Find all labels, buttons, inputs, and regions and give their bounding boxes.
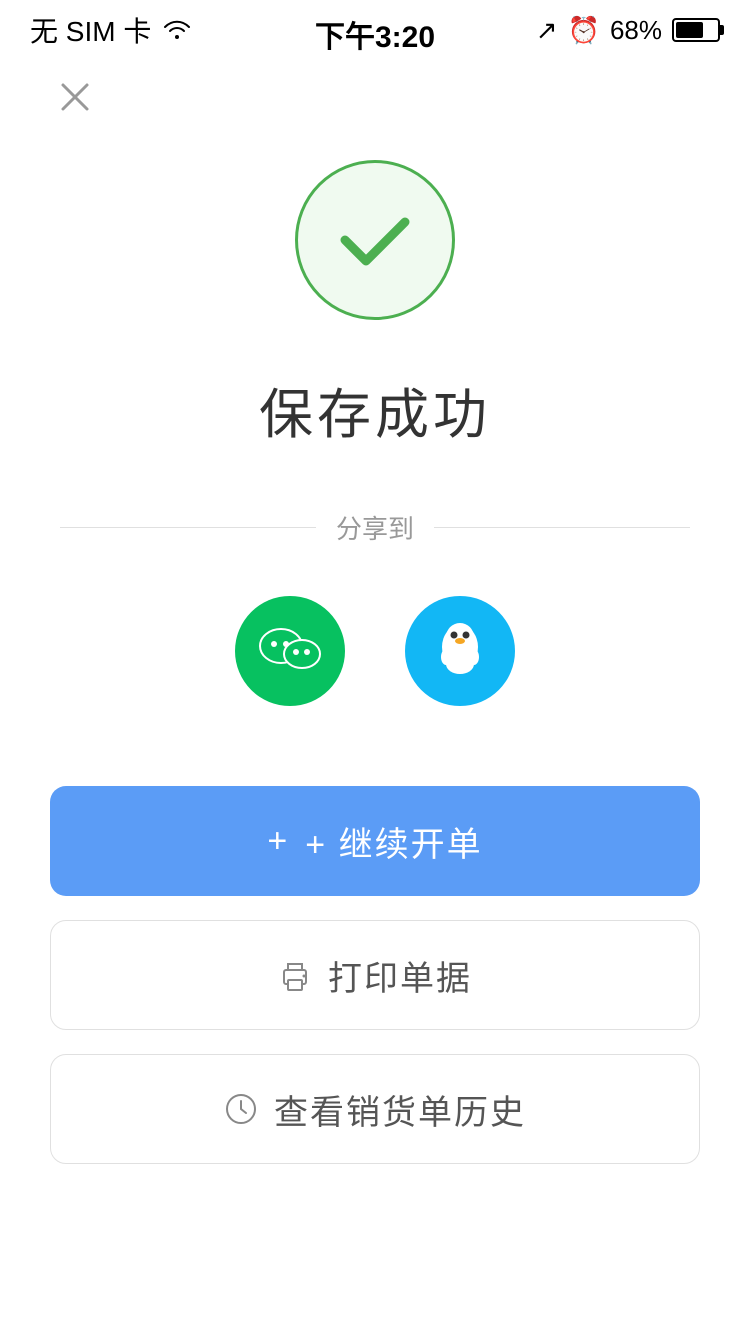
status-right: ↗ ⏰ 68%: [536, 15, 720, 46]
history-label: 查看销货单历史: [274, 1085, 526, 1134]
wechat-share-button[interactable]: [235, 596, 345, 706]
share-divider: 分享到: [60, 509, 690, 546]
carrier-text: 无 SIM 卡: [30, 10, 151, 50]
success-circle: [295, 160, 455, 320]
divider-line-right: [434, 527, 690, 528]
wifi-icon: [163, 20, 191, 40]
print-label: 打印单据: [328, 951, 472, 1000]
action-buttons: + + 继续开单 打印单据 查看销货单历史: [0, 786, 750, 1164]
location-icon: ↗: [536, 15, 558, 46]
continue-label: + 继续开单: [305, 817, 482, 866]
main-content: 保存成功 分享到: [0, 60, 750, 1164]
divider-line-left: [60, 527, 316, 528]
success-title: 保存成功: [259, 370, 491, 449]
close-button[interactable]: [50, 72, 100, 122]
status-time: 下午3:20: [315, 12, 435, 56]
continue-button[interactable]: + + 继续开单: [50, 786, 700, 896]
plus-icon: +: [267, 822, 289, 861]
battery-text: 68%: [610, 15, 662, 46]
checkmark-icon: [330, 195, 420, 285]
share-icons: [60, 596, 690, 706]
battery-icon: [672, 18, 720, 42]
clock-icon: [224, 1092, 258, 1126]
history-button[interactable]: 查看销货单历史: [50, 1054, 700, 1164]
printer-icon: [278, 958, 312, 992]
qq-share-button[interactable]: [405, 596, 515, 706]
status-left: 无 SIM 卡: [30, 10, 191, 50]
share-section: 分享到: [0, 509, 750, 706]
share-label: 分享到: [336, 509, 414, 546]
alarm-icon: ⏰: [568, 15, 600, 46]
status-bar: 无 SIM 卡 下午3:20 ↗ ⏰ 68%: [0, 0, 750, 60]
print-button[interactable]: 打印单据: [50, 920, 700, 1030]
